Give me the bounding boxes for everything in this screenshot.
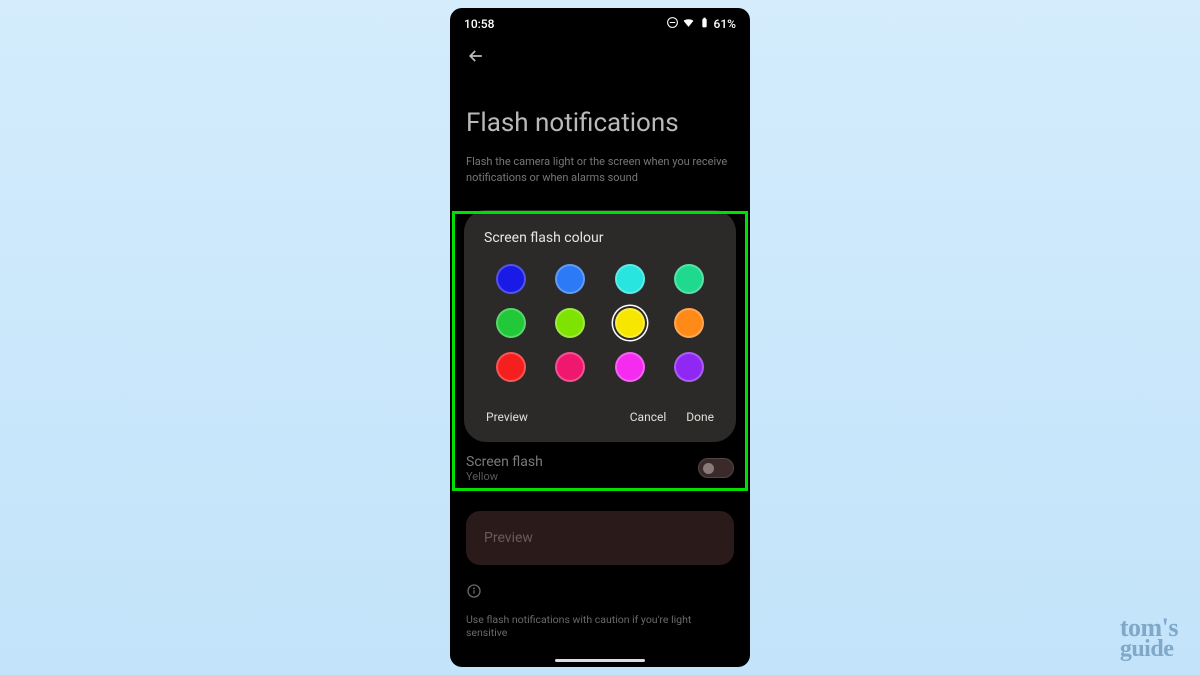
color-swatch-red[interactable] [496,352,526,382]
wifi-icon [682,16,695,32]
color-swatch-lime[interactable] [555,308,585,338]
status-time: 10:58 [464,17,494,31]
color-swatch-blue[interactable] [555,264,585,294]
app-bar [450,36,750,78]
color-swatch-yellow[interactable] [615,308,645,338]
screen-flash-label: Screen flash [466,454,543,470]
bg-preview-button[interactable]: Preview [466,511,734,565]
color-swatch-orange[interactable] [674,308,704,338]
done-button[interactable]: Done [686,410,714,424]
screen-flash-toggle[interactable] [698,458,734,478]
phone-frame: 10:58 61% Flash notifications Flash the … [450,8,750,667]
info-icon [450,565,750,609]
dialog-actions: Preview Cancel Done [480,392,720,428]
cancel-button[interactable]: Cancel [630,410,667,424]
color-picker-dialog: Screen flash colour Preview Cancel Done [464,210,736,442]
status-right: 61% [666,16,736,32]
caution-text: Use flash notifications with caution if … [450,609,750,639]
color-swatch-green[interactable] [496,308,526,338]
screen-flash-row[interactable]: Screen flash Yellow [450,442,750,489]
dnd-icon [666,16,679,32]
color-swatch-cyan[interactable] [615,264,645,294]
page-description: Flash the camera light or the screen whe… [450,148,750,200]
color-grid [480,264,720,392]
color-swatch-magenta[interactable] [555,352,585,382]
battery-percent: 61% [714,17,736,31]
battery-icon [698,16,711,32]
color-swatch-teal-green[interactable] [674,264,704,294]
color-swatch-violet[interactable] [674,352,704,382]
status-bar: 10:58 61% [450,8,750,36]
color-swatch-blue-dark[interactable] [496,264,526,294]
watermark-logo: tom's guide [1120,616,1178,661]
dialog-title: Screen flash colour [480,230,720,246]
home-indicator[interactable] [555,659,645,662]
back-arrow-icon[interactable] [466,51,486,70]
page-title: Flash notifications [450,78,750,148]
screen-flash-value: Yellow [466,470,543,483]
preview-button[interactable]: Preview [486,410,528,424]
color-swatch-pink[interactable] [615,352,645,382]
